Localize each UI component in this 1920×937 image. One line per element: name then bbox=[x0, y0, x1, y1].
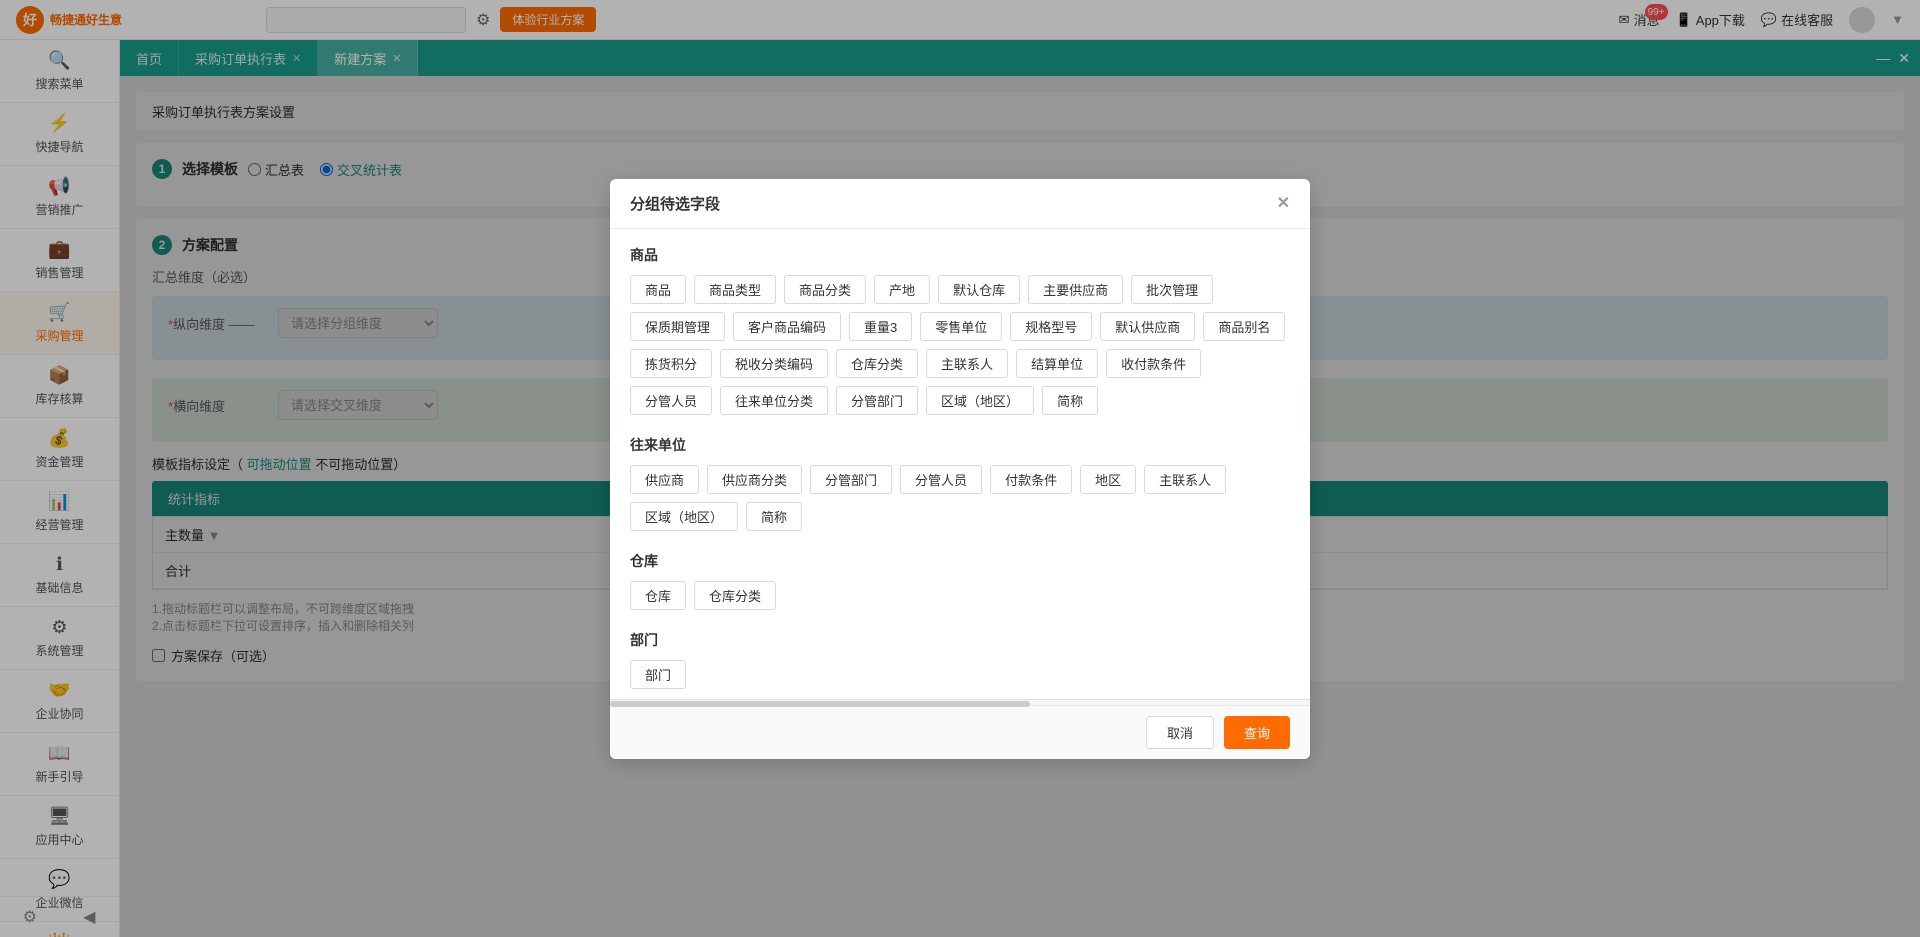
field-tag[interactable]: 分管人员 bbox=[900, 465, 982, 494]
modal-overlay: 分组待选字段 ✕ 商品 商品 商品类型 商品分类 产地 默认仓库 主要供应商 批… bbox=[0, 0, 1920, 937]
section-warehouse-tags: 仓库 仓库分类 bbox=[630, 581, 1290, 610]
field-tag[interactable]: 区域（地区） bbox=[926, 386, 1034, 415]
field-tag[interactable]: 商品分类 bbox=[784, 275, 866, 304]
field-tag[interactable]: 部门 bbox=[630, 660, 686, 689]
field-tag[interactable]: 简称 bbox=[1042, 386, 1098, 415]
modal-close-button[interactable]: ✕ bbox=[1277, 193, 1290, 213]
field-tag[interactable]: 仓库分类 bbox=[836, 349, 918, 378]
field-tag[interactable]: 客户商品编码 bbox=[733, 312, 841, 341]
section-partner-tags: 供应商 供应商分类 分管部门 分管人员 付款条件 地区 主联系人 区域（地区） … bbox=[630, 465, 1290, 531]
field-tag[interactable]: 默认供应商 bbox=[1100, 312, 1195, 341]
field-tag[interactable]: 区域（地区） bbox=[630, 502, 738, 531]
field-tag[interactable]: 往来单位分类 bbox=[720, 386, 828, 415]
section-department-tags: 部门 bbox=[630, 660, 1290, 689]
section-department: 部门 部门 bbox=[630, 630, 1290, 689]
field-tag[interactable]: 分管部门 bbox=[810, 465, 892, 494]
field-tag[interactable]: 仓库分类 bbox=[694, 581, 776, 610]
field-tag[interactable]: 保质期管理 bbox=[630, 312, 725, 341]
field-tag[interactable]: 地区 bbox=[1080, 465, 1136, 494]
field-tag[interactable]: 收付款条件 bbox=[1106, 349, 1201, 378]
section-partner-title: 往来单位 bbox=[630, 435, 1290, 455]
field-tag[interactable]: 商品 bbox=[630, 275, 686, 304]
field-tag[interactable]: 零售单位 bbox=[920, 312, 1002, 341]
field-tag[interactable]: 商品别名 bbox=[1203, 312, 1285, 341]
section-warehouse-title: 仓库 bbox=[630, 551, 1290, 571]
field-selection-modal: 分组待选字段 ✕ 商品 商品 商品类型 商品分类 产地 默认仓库 主要供应商 批… bbox=[610, 179, 1310, 759]
section-product-title: 商品 bbox=[630, 245, 1290, 265]
field-tag[interactable]: 税收分类编码 bbox=[720, 349, 828, 378]
cancel-button[interactable]: 取消 bbox=[1146, 716, 1214, 749]
field-tag[interactable]: 重量3 bbox=[849, 312, 912, 341]
field-tag[interactable]: 拣货积分 bbox=[630, 349, 712, 378]
field-tag[interactable]: 分管部门 bbox=[836, 386, 918, 415]
field-tag[interactable]: 规格型号 bbox=[1010, 312, 1092, 341]
field-tag[interactable]: 结算单位 bbox=[1016, 349, 1098, 378]
field-tag[interactable]: 默认仓库 bbox=[938, 275, 1020, 304]
field-tag[interactable]: 主联系人 bbox=[926, 349, 1008, 378]
section-partner: 往来单位 供应商 供应商分类 分管部门 分管人员 付款条件 地区 主联系人 区域… bbox=[630, 435, 1290, 531]
section-department-title: 部门 bbox=[630, 630, 1290, 650]
modal-header: 分组待选字段 ✕ bbox=[610, 179, 1310, 229]
field-tag[interactable]: 主联系人 bbox=[1144, 465, 1226, 494]
section-product: 商品 商品 商品类型 商品分类 产地 默认仓库 主要供应商 批次管理 保质期管理… bbox=[630, 245, 1290, 415]
field-tag[interactable]: 主要供应商 bbox=[1028, 275, 1123, 304]
field-tag[interactable]: 付款条件 bbox=[990, 465, 1072, 494]
field-tag[interactable]: 商品类型 bbox=[694, 275, 776, 304]
field-tag[interactable]: 分管人员 bbox=[630, 386, 712, 415]
section-product-tags: 商品 商品类型 商品分类 产地 默认仓库 主要供应商 批次管理 保质期管理 客户… bbox=[630, 275, 1290, 415]
field-tag[interactable]: 供应商 bbox=[630, 465, 699, 494]
modal-horizontal-scrollbar[interactable] bbox=[610, 699, 1310, 705]
modal-footer: 取消 查询 bbox=[610, 705, 1310, 759]
field-tag[interactable]: 批次管理 bbox=[1131, 275, 1213, 304]
section-warehouse: 仓库 仓库 仓库分类 bbox=[630, 551, 1290, 610]
confirm-button[interactable]: 查询 bbox=[1224, 716, 1290, 749]
field-tag[interactable]: 产地 bbox=[874, 275, 930, 304]
field-tag[interactable]: 仓库 bbox=[630, 581, 686, 610]
modal-title: 分组待选字段 bbox=[630, 193, 720, 214]
field-tag[interactable]: 简称 bbox=[746, 502, 802, 531]
modal-scrollbar-thumb[interactable] bbox=[610, 701, 1030, 707]
field-tag[interactable]: 供应商分类 bbox=[707, 465, 802, 494]
modal-body[interactable]: 商品 商品 商品类型 商品分类 产地 默认仓库 主要供应商 批次管理 保质期管理… bbox=[610, 229, 1310, 699]
